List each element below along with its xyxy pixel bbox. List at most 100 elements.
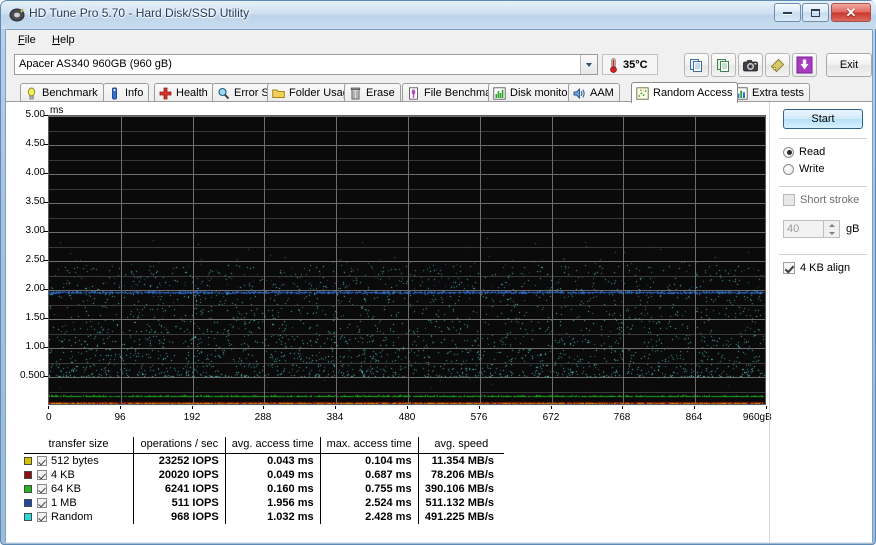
menu-help-rest: elp [60,34,75,46]
tab-disk-monitor-label: Disk monitor [510,87,571,99]
radio-read-indicator [783,147,794,158]
short-stroke-spin-buttons[interactable] [824,220,840,238]
cell-avg-speed: 511.132 MB/s [418,496,504,510]
minimize-icon [783,12,792,14]
radio-read[interactable]: Read [783,146,825,158]
radio-write-label: Write [799,163,824,175]
close-icon: ✕ [832,4,870,21]
series-label: 512 bytes [51,455,99,467]
chart-x-tick-label: 768 [614,412,631,423]
cell-max-access: 0.104 ms [320,454,418,469]
th-max-access: max. access time [320,437,418,454]
series-checkbox[interactable] [37,512,47,522]
cell-operations: 511 IOPS [134,496,226,510]
spin-up-icon[interactable] [824,221,839,229]
short-stroke-stepper[interactable]: 40 [783,220,840,238]
cell-avg-speed: 78.206 MB/s [418,468,504,482]
chart-x-tick-label: 864 [686,412,703,423]
tag-icon[interactable] [765,53,790,77]
cell-max-access: 0.687 ms [320,468,418,482]
exit-button[interactable]: Exit [826,53,872,77]
menu-file[interactable]: File [12,33,42,47]
menu-help[interactable]: Help [46,33,81,47]
chart-x-tick-label: 672 [543,412,560,423]
chart-x-tick [479,406,480,409]
copy-all-icon[interactable] [711,53,736,77]
chart-x-tick-label: 576 [471,412,488,423]
tab-info[interactable]: Info [103,83,149,102]
chart-y-tick-label: 0.500 [20,371,45,381]
chart-x-tick [263,406,264,409]
tab-random-access-label: Random Access [653,87,732,99]
tab-aam-label: AAM [590,87,614,99]
chevron-down-icon[interactable] [580,55,597,74]
copy-icon[interactable] [684,53,709,77]
short-stroke-input[interactable]: 40 [783,220,824,238]
chart-gridline-h [49,189,765,190]
checkbox-4kb-align[interactable]: 4 KB align [783,262,850,274]
series-toggle-cell[interactable]: 512 bytes [24,454,134,469]
series-label: 1 MB [51,497,77,509]
radio-write[interactable]: Write [783,163,824,175]
drive-select-value: Apacer AS340 960GB (960 gB) [19,58,172,70]
save-download-icon[interactable] [792,53,817,77]
maximize-button[interactable] [802,3,829,22]
tab-benchmark[interactable]: Benchmark [20,83,104,102]
close-button[interactable]: ✕ [831,3,871,22]
tab-info-label: Info [125,87,143,99]
screenshot-camera-icon[interactable] [738,53,763,77]
chart-gridline-v [336,116,337,404]
series-color-swatch [24,457,32,465]
series-checkbox[interactable] [37,470,47,480]
tab-health[interactable]: Health [154,83,214,102]
tab-disk-monitor[interactable]: Disk monitor [488,83,577,102]
series-toggle-cell[interactable]: 64 KB [24,482,134,496]
tab-random-access[interactable]: Random Access [631,82,738,103]
table-row: 4 KB20020 IOPS0.049 ms0.687 ms78.206 MB/… [24,468,504,482]
chart-gridline-h [49,319,765,320]
window-client-area: File Help Apacer AS340 960GB (960 gB) 35… [5,29,873,542]
chart-x-tick-label: 384 [327,412,344,423]
series-label: Random [51,511,93,523]
start-button[interactable]: Start [783,109,863,129]
chart-y-tick-label: 3.00 [26,226,45,236]
tab-erase[interactable]: Erase [344,83,401,102]
chart-x-tick-label: 96 [114,412,125,423]
start-button-label: Start [811,113,834,125]
series-toggle-cell[interactable]: 1 MB [24,496,134,510]
temperature-value: 35°C [623,59,648,71]
cell-avg-speed: 491.225 MB/s [418,510,504,524]
checkbox-short-stroke[interactable]: Short stroke [783,194,859,206]
chart-gridline-v [193,116,194,404]
cell-avg-speed: 11.354 MB/s [418,454,504,469]
spin-down-icon[interactable] [824,229,839,237]
series-checkbox[interactable] [37,498,47,508]
scatter-icon [636,87,649,100]
chart-plot-area [48,115,766,405]
drive-toolbar: Apacer AS340 960GB (960 gB) 35°C [6,50,872,82]
bulb-icon [25,87,38,100]
chart-gridline-h [49,305,765,306]
chart-x-tick [120,406,121,409]
series-label: 4 KB [51,469,75,481]
series-color-swatch [24,471,32,479]
chart-x-tick-label: 960gB [743,412,772,423]
series-toggle-cell[interactable]: 4 KB [24,468,134,482]
exit-button-label: Exit [840,59,858,71]
minimize-button[interactable] [774,3,801,22]
drive-select[interactable]: Apacer AS340 960GB (960 gB) [14,54,598,75]
series-checkbox[interactable] [37,456,47,466]
cell-operations: 968 IOPS [134,510,226,524]
chart-gridline-v [121,116,122,404]
table-row: 1 MB511 IOPS1.956 ms2.524 ms511.132 MB/s [24,496,504,510]
tab-aam[interactable]: AAM [568,83,620,102]
trash-icon [349,87,362,100]
tab-extra-tests[interactable]: Extra tests [730,83,810,102]
series-toggle-cell[interactable]: Random [24,510,134,524]
series-checkbox[interactable] [37,484,47,494]
chart-gridline-h [49,290,765,291]
chart-gridline-v [695,116,696,404]
chart-y-tick-label: 2.00 [26,284,45,294]
random-access-panel: ms 5.004.504.003.503.002.502.001.501.000… [6,101,872,542]
chart-gridline-h [49,131,765,132]
